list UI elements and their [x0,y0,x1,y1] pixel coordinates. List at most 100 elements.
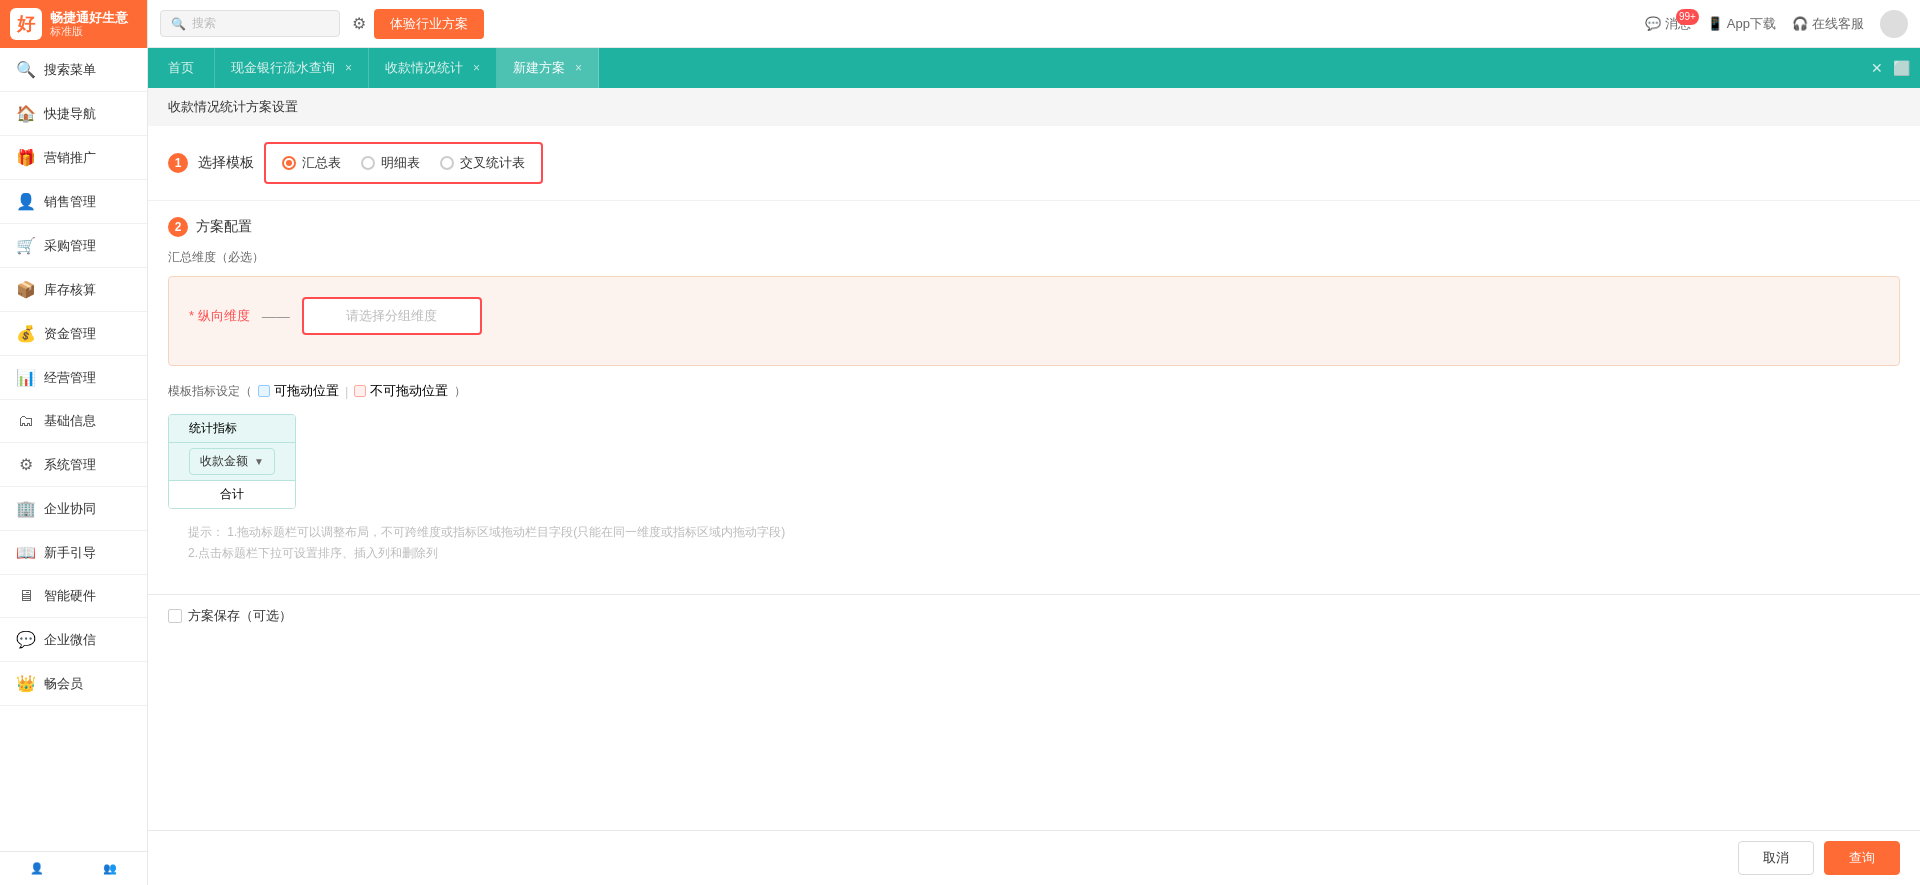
radio-cross[interactable]: 交叉统计表 [440,154,525,172]
radio-summary[interactable]: 汇总表 [282,154,341,172]
tab-receipt-close[interactable]: × [473,61,480,75]
sidebar-item-wechat[interactable]: 💬 企业微信 [0,618,147,662]
metrics-tag-label: 收款金额 [200,453,248,470]
metrics-table-header: 统计指标 [169,415,295,443]
sidebar-item-quick-nav[interactable]: 🏠 快捷导航 [0,92,147,136]
sidebar: 好 畅捷通好生意 标准版 🔍 搜索菜单 🏠 快捷导航 🎁 营销推广 👤 销售管理… [0,0,148,885]
legend-separator: | [345,384,348,399]
sidebar-item-label: 营销推广 [44,149,96,167]
sidebar-item-label: 快捷导航 [44,105,96,123]
crown-icon: 👑 [16,674,36,693]
search-icon: 🔍 [16,60,36,79]
tab-receipt[interactable]: 收款情况统计 × [369,48,497,88]
metrics-table: 统计指标 收款金额 ▼ 合计 [168,414,296,509]
message-badge: 99+ [1676,9,1699,25]
section-template: 1 选择模板 汇总表 明细表 [148,126,1920,201]
section2-title: 方案配置 [196,218,252,236]
sidebar-item-search[interactable]: 🔍 搜索菜单 [0,48,147,92]
sidebar-item-smart-hw[interactable]: 🖥 智能硬件 [0,575,147,618]
message-btn[interactable]: 💬 消息 99+ [1645,15,1691,33]
tab-bank[interactable]: 现金银行流水查询 × [215,48,369,88]
movable-dot [258,385,270,397]
user-avatar[interactable] [1880,10,1908,38]
radio-detail[interactable]: 明细表 [361,154,420,172]
tab-maximize-btn[interactable]: ⬜ [1893,60,1910,76]
metrics-tag-amount[interactable]: 收款金额 ▼ [189,448,275,475]
content-area: 收款情况统计方案设置 1 选择模板 汇总表 明细表 [148,88,1920,885]
dimension-input[interactable]: 请选择分组维度 [302,297,482,335]
hint-1: 提示： 1.拖动标题栏可以调整布局，不可跨维度或指标区域拖动栏目字段(只能在同一… [188,524,1880,541]
tab-new-label: 新建方案 [513,59,565,77]
form-panel: 1 选择模板 汇总表 明细表 [148,126,1920,830]
sidebar-item-system[interactable]: ⚙ 系统管理 [0,443,147,487]
sidebar-item-marketing[interactable]: 🎁 营销推广 [0,136,147,180]
app-download-btn[interactable]: 📱 App下载 [1707,15,1776,33]
dimension-area: * 纵向维度 —— 请选择分组维度 [168,276,1900,366]
tab-close-window-btn[interactable]: ✕ [1871,60,1883,76]
sidebar-item-label: 资金管理 [44,325,96,343]
main: 🔍 搜索 ⚙ 体验行业方案 💬 消息 99+ 📱 App下载 🎧 在线客服 首页 [148,0,1920,885]
sidebar-item-inventory[interactable]: 📦 库存核算 [0,268,147,312]
radio-circle-detail [361,156,375,170]
tab-bank-close[interactable]: × [345,61,352,75]
chart-icon: 📊 [16,368,36,387]
vertical-dimension-row: * 纵向维度 —— 请选择分组维度 [189,297,1879,335]
legend-close-paren: ） [454,383,466,400]
sidebar-user-btn1[interactable]: 👤 [0,852,74,885]
service-icon: 🎧 [1792,16,1808,31]
service-btn[interactable]: 🎧 在线客服 [1792,15,1864,33]
tabbar: 首页 现金银行流水查询 × 收款情况统计 × 新建方案 × ✕ ⬜ [148,48,1920,88]
sidebar-item-operations[interactable]: 📊 经营管理 [0,356,147,400]
cancel-button[interactable]: 取消 [1738,841,1814,875]
person1-icon: 👤 [30,862,44,875]
topbar: 🔍 搜索 ⚙ 体验行业方案 💬 消息 99+ 📱 App下载 🎧 在线客服 [148,0,1920,48]
sidebar-item-label: 智能硬件 [44,587,96,605]
radio-circle-summary [282,156,296,170]
section-config: 2 方案配置 汇总维度（必选） * 纵向维度 —— 请选择分组维度 [148,201,1920,594]
radio-circle-cross [440,156,454,170]
sidebar-item-funds[interactable]: 💰 资金管理 [0,312,147,356]
save-checkbox[interactable] [168,609,182,623]
section1-num: 1 [168,153,188,173]
app-icon: 📱 [1707,16,1723,31]
gear-icon: ⚙ [16,455,36,474]
tabbar-actions: ✕ ⬜ [1861,48,1920,88]
hint-section: 提示： 1.拖动标题栏可以调整布局，不可跨维度或指标区域拖动栏目字段(只能在同一… [168,512,1900,578]
logo-icon: 好 [10,8,42,40]
fixed-dot [354,385,366,397]
sidebar-item-label: 企业微信 [44,631,96,649]
sidebar-item-enterprise[interactable]: 🏢 企业协同 [0,487,147,531]
book-icon: 📖 [16,543,36,562]
cart-icon: 🛒 [16,236,36,255]
bottom-bar: 方案保存（可选） [148,594,1920,637]
metrics-subtag-cell: 合计 [169,481,295,508]
tab-new[interactable]: 新建方案 × [497,48,599,88]
tab-bank-label: 现金银行流水查询 [231,59,335,77]
industry-btn[interactable]: 体验行业方案 [374,9,484,39]
tab-new-close[interactable]: × [575,61,582,75]
movable-label: 可拖动位置 [274,382,339,400]
sidebar-item-sales[interactable]: 👤 销售管理 [0,180,147,224]
sidebar-item-label: 销售管理 [44,193,96,211]
money-icon: 💰 [16,324,36,343]
dropdown-icon: ▼ [254,456,264,467]
legend-movable: 可拖动位置 [258,382,339,400]
sidebar-item-label: 企业协同 [44,500,96,518]
sidebar-user-btn2[interactable]: 👥 [74,852,148,885]
query-button[interactable]: 查询 [1824,841,1900,875]
home-icon: 🏠 [16,104,36,123]
gear-icon[interactable]: ⚙ [352,14,366,33]
sidebar-item-newbie[interactable]: 📖 新手引导 [0,531,147,575]
message-icon: 💬 [1645,16,1661,31]
vertical-label: * 纵向维度 [189,307,250,325]
tab-home[interactable]: 首页 [148,48,215,88]
sidebar-item-member[interactable]: 👑 畅会员 [0,662,147,706]
logo-text: 畅捷通好生意 [50,10,128,26]
sidebar-item-purchase[interactable]: 🛒 采购管理 [0,224,147,268]
metrics-section: 模板指标设定（ 可拖动位置 | 不可拖动位置 ） [168,382,1900,512]
person2-icon: 👥 [103,862,117,875]
app-label: App下载 [1727,15,1776,33]
sidebar-item-basic[interactable]: 🗂 基础信息 [0,400,147,443]
section2-header: 2 方案配置 [168,217,1900,237]
monitor-icon: 🖥 [16,587,36,605]
